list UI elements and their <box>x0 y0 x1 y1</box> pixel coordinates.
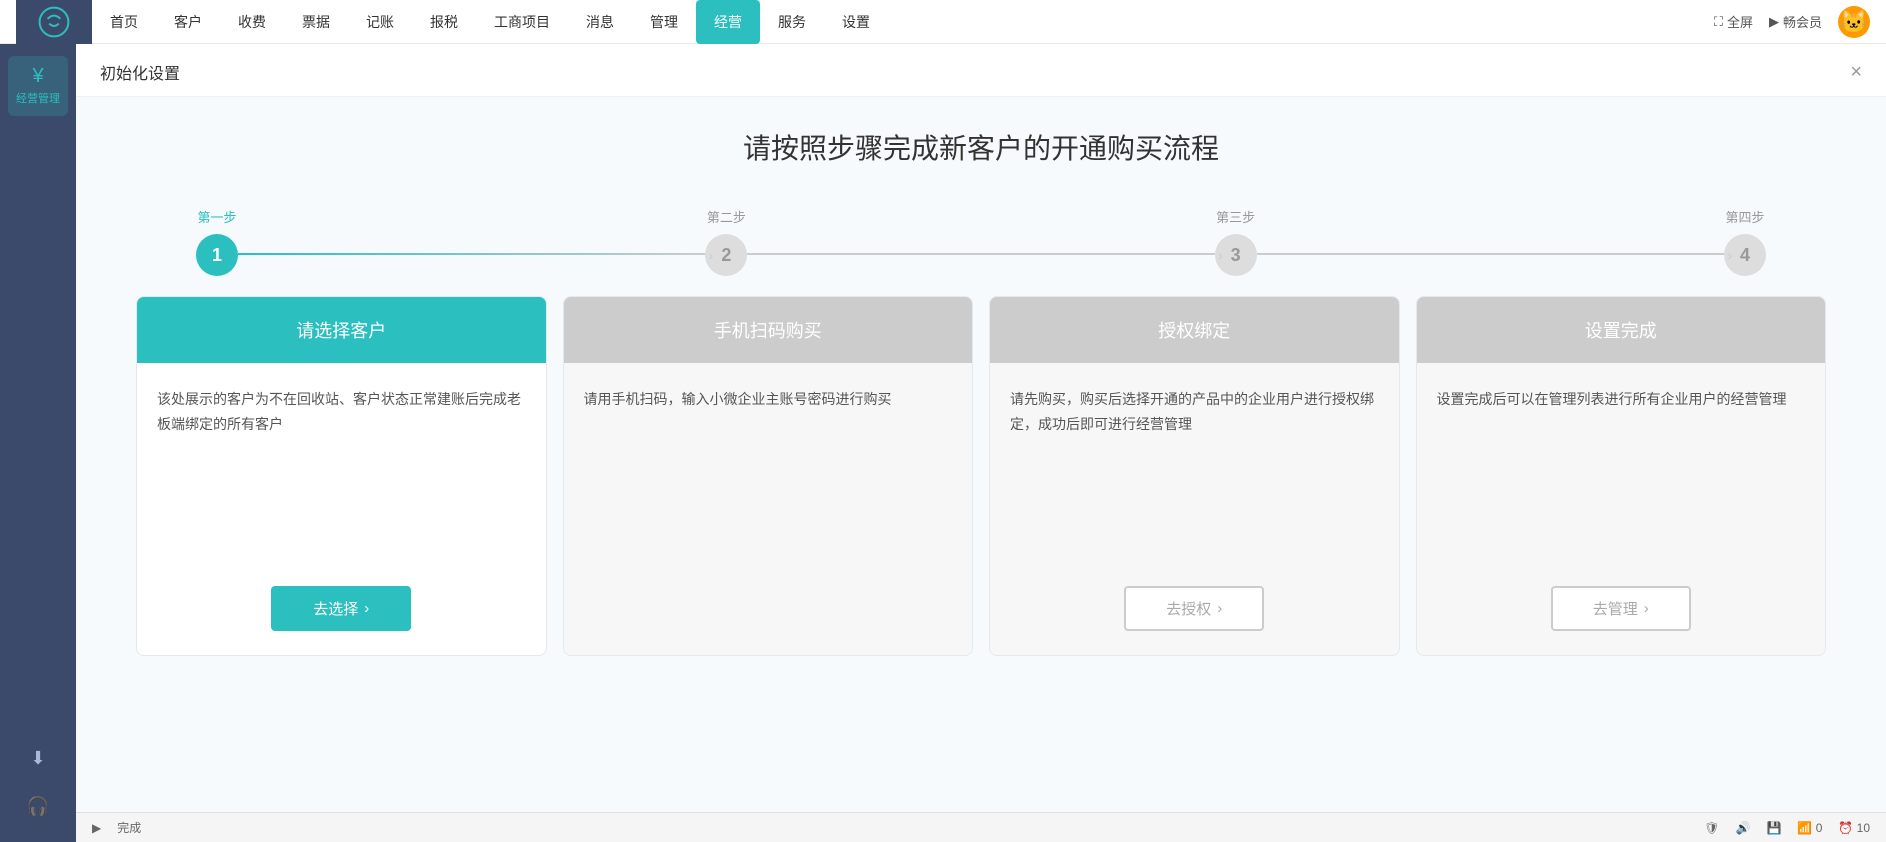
network-status: 📶 0 <box>1797 821 1822 835</box>
card-3-footer: 去授权 › <box>990 570 1399 655</box>
step-line-3: › <box>1257 253 1724 255</box>
user-avatar[interactable]: 🐱 <box>1838 6 1870 38</box>
card-2-footer <box>564 615 973 655</box>
arrow-icon-4: › <box>1644 600 1649 617</box>
stepper: 第一步 1 › 第二步 2 › <box>136 207 1826 276</box>
volume-icon: 🔊 <box>1736 821 1751 835</box>
step-line-2: › <box>747 253 1214 255</box>
nav-items: 首页 客户 收费 票据 记账 报税 工商项目 消息 管理 经营 服务 设置 <box>92 0 1714 44</box>
fullscreen-button[interactable]: ⛶ 全屏 <box>1714 12 1753 31</box>
step-4-label: 第四步 <box>1725 207 1764 226</box>
card-3-body: 请先购买，购买后选择开通的产品中的企业用户进行授权绑定，成功后即可进行经营管理 <box>990 363 1399 570</box>
step-3-label: 第三步 <box>1216 207 1255 226</box>
nav-item-service[interactable]: 服务 <box>760 0 824 44</box>
card-scan-buy: 手机扫码购买 请用手机扫码，输入小微企业主账号密码进行购买 <box>563 296 974 656</box>
step-line-1: › <box>238 253 705 255</box>
card-1-header: 请选择客户 <box>137 297 546 363</box>
save-icon: 💾 <box>1766 821 1781 835</box>
close-button[interactable]: × <box>1850 61 1862 84</box>
nav-item-business[interactable]: 工商项目 <box>476 0 568 44</box>
status-bar-right: 🛡 🔊 💾 📶 0 ⏰ 10 <box>1704 821 1870 835</box>
nav-item-manage[interactable]: 管理 <box>632 0 696 44</box>
go-select-button[interactable]: 去选择 › <box>271 586 411 631</box>
fullscreen-icon: ⛶ <box>1714 14 1723 30</box>
card-setup-complete: 设置完成 设置完成后可以在管理列表进行所有企业用户的经营管理 去管理 › <box>1416 296 1827 656</box>
headset-button[interactable]: 🎧 <box>18 786 58 826</box>
page-header: 初始化设置 × <box>76 44 1886 97</box>
step-1: 第一步 1 <box>196 207 238 276</box>
shield-icon: 🛡 <box>1704 821 1719 835</box>
sidebar-item-label: 经营管理 <box>16 92 60 106</box>
step-3: 第三步 3 <box>1215 207 1257 276</box>
status-bar: ▶ 完成 🛡 🔊 💾 📶 0 ⏰ 10 <box>76 812 1886 842</box>
step-2-label: 第二步 <box>707 207 746 226</box>
nav-item-fee[interactable]: 收费 <box>220 0 284 44</box>
sidebar-item-operation[interactable]: ¥ 经营管理 <box>8 56 68 116</box>
step-4: 第四步 4 <box>1724 207 1766 276</box>
card-3-header: 授权绑定 <box>990 297 1399 363</box>
content-area: 请按照步骤完成新客户的开通购买流程 第一步 1 › 第二步 2 <box>76 97 1886 812</box>
nav-item-ticket[interactable]: 票据 <box>284 0 348 44</box>
left-sidebar: ¥ 经营管理 ⬇ 🎧 <box>0 44 76 842</box>
card-4-header: 设置完成 <box>1417 297 1826 363</box>
card-4-footer: 去管理 › <box>1417 570 1826 655</box>
yen-icon: ¥ <box>32 65 43 88</box>
cards-row: 请选择客户 该处展示的客户为不在回收站、客户状态正常建账后完成老板端绑定的所有客… <box>136 296 1826 656</box>
app-logo <box>16 0 92 44</box>
nav-item-account[interactable]: 记账 <box>348 0 412 44</box>
top-navigation: 首页 客户 收费 票据 记账 报税 工商项目 消息 管理 经营 服务 设置 ⛶ … <box>0 0 1886 44</box>
card-select-customer: 请选择客户 该处展示的客户为不在回收站、客户状态正常建账后完成老板端绑定的所有客… <box>136 296 547 656</box>
nav-right-area: ⛶ 全屏 ▶ 畅会员 🐱 <box>1714 6 1870 38</box>
card-1-body: 该处展示的客户为不在回收站、客户状态正常建账后完成老板端绑定的所有客户 <box>137 363 546 570</box>
go-manage-button[interactable]: 去管理 › <box>1551 586 1691 631</box>
card-1-footer: 去选择 › <box>137 570 546 655</box>
play-status-icon: ▶ <box>92 821 101 835</box>
main-content: 初始化设置 × 请按照步骤完成新客户的开通购买流程 第一步 1 › <box>76 44 1886 842</box>
card-2-header: 手机扫码购买 <box>564 297 973 363</box>
sidebar-bottom: ⬇ 🎧 <box>18 738 58 842</box>
play-icon: ▶ <box>1769 14 1779 30</box>
clock-status: ⏰ 10 <box>1838 821 1870 835</box>
step-1-circle: 1 <box>196 234 238 276</box>
nav-item-tax[interactable]: 报税 <box>412 0 476 44</box>
nav-item-home[interactable]: 首页 <box>92 0 156 44</box>
nav-item-settings[interactable]: 设置 <box>824 0 888 44</box>
nav-item-customer[interactable]: 客户 <box>156 0 220 44</box>
nav-item-operation[interactable]: 经营 <box>696 0 760 44</box>
status-label: 完成 <box>117 819 141 836</box>
go-auth-button[interactable]: 去授权 › <box>1124 586 1264 631</box>
step-1-label: 第一步 <box>197 207 236 226</box>
download-button[interactable]: ⬇ <box>18 738 58 778</box>
card-2-body: 请用手机扫码，输入小微企业主账号密码进行购买 <box>564 363 973 615</box>
card-auth-bind: 授权绑定 请先购买，购买后选择开通的产品中的企业用户进行授权绑定，成功后即可进行… <box>989 296 1400 656</box>
nav-item-message[interactable]: 消息 <box>568 0 632 44</box>
page-title: 初始化设置 <box>100 60 180 84</box>
arrow-icon-3: › <box>1217 600 1222 617</box>
main-heading: 请按照步骤完成新客户的开通购买流程 <box>136 127 1826 167</box>
member-button[interactable]: ▶ 畅会员 <box>1769 12 1822 31</box>
arrow-icon: › <box>364 600 369 617</box>
card-4-body: 设置完成后可以在管理列表进行所有企业用户的经营管理 <box>1417 363 1826 570</box>
step-2: 第二步 2 <box>705 207 747 276</box>
